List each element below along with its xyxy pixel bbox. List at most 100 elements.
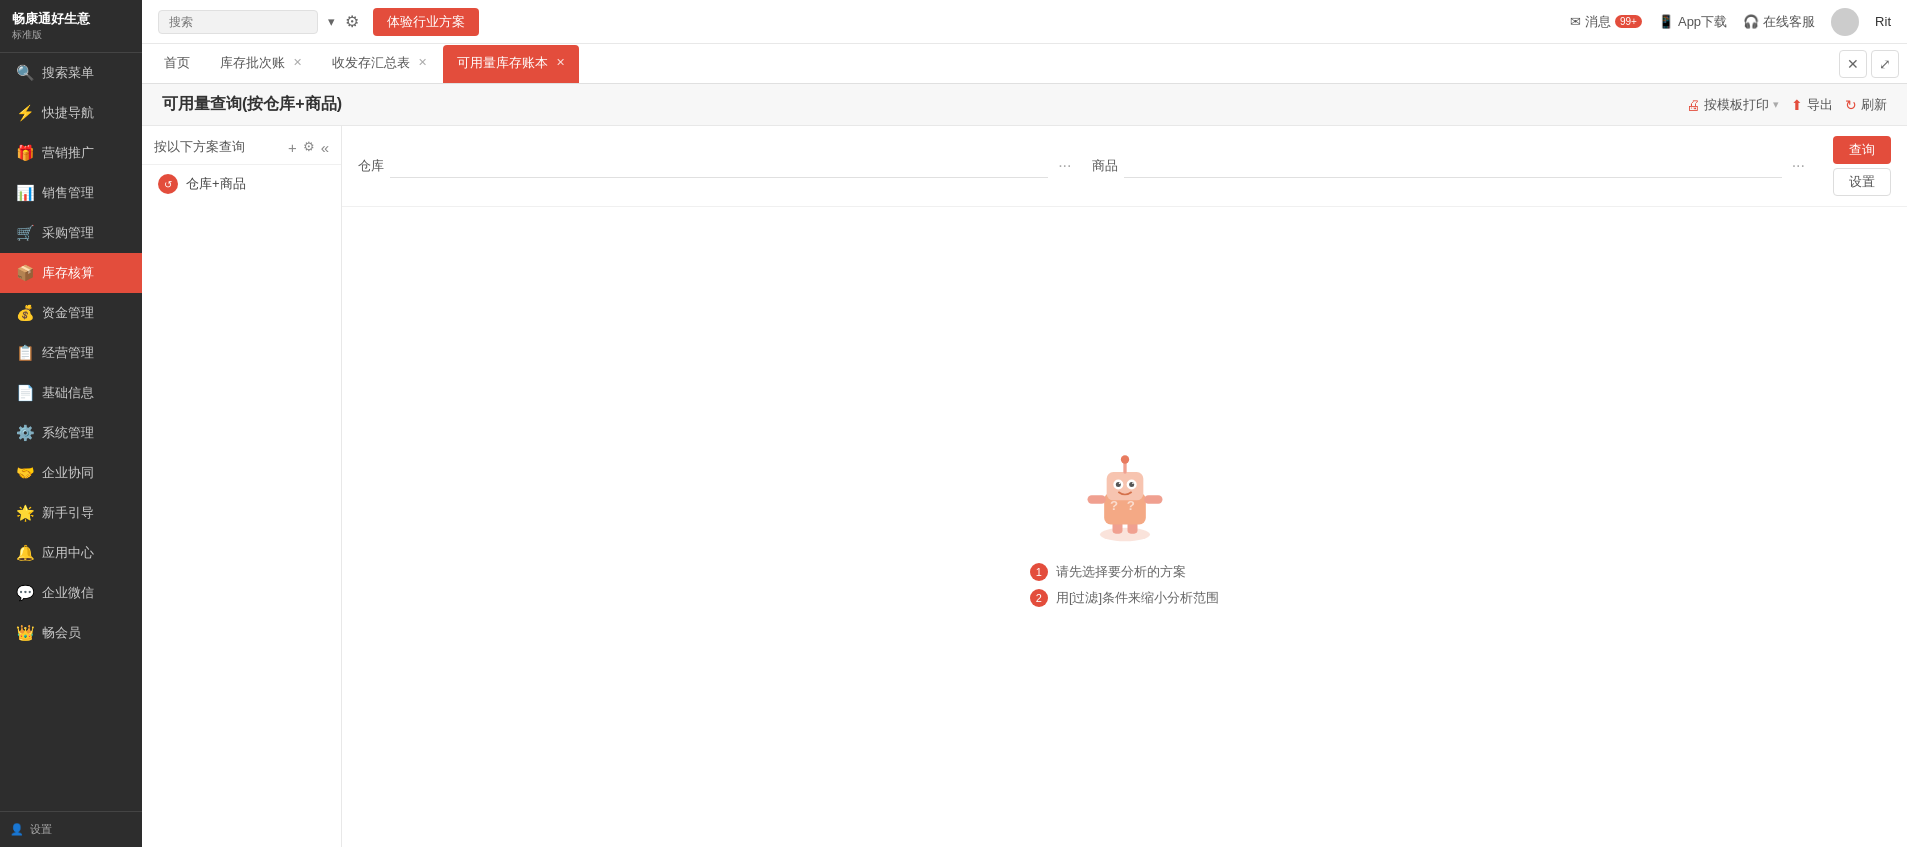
goods-more-btn[interactable]: ··· <box>1788 157 1809 175</box>
svg-point-14 <box>1120 455 1128 463</box>
warehouse-goods-icon: ↺ <box>158 174 178 194</box>
footer-icon: 👤 <box>10 823 24 836</box>
page-header: 可用量查询(按仓库+商品) 🖨 按模板打印 ▾ ⬆ 导出 ↻ 刷新 <box>142 84 1907 126</box>
export-icon: ⬆ <box>1791 97 1803 113</box>
tab-close-batch[interactable]: ✕ <box>293 56 302 69</box>
message-icon: ✉ <box>1570 14 1581 29</box>
sidebar-brand: 畅康通好生意 <box>12 10 130 28</box>
content-area: 按以下方案查询 + ⚙ « ↺ 仓库+商品 仓库 ··· <box>142 126 1907 847</box>
filter-panel-header: 按以下方案查询 + ⚙ « <box>142 138 341 165</box>
svg-point-0 <box>1100 528 1150 541</box>
user-name: Rit <box>1875 14 1891 29</box>
user-avatar[interactable] <box>1831 8 1859 36</box>
filter-item-warehouse-goods[interactable]: ↺ 仓库+商品 <box>142 165 341 203</box>
query-toolbar: 仓库 ··· 商品 ··· 查询 设置 <box>342 126 1907 207</box>
search-input[interactable] <box>158 10 318 34</box>
messages-btn[interactable]: ✉ 消息 99+ <box>1570 13 1642 31</box>
sidebar-item-sales[interactable]: 📊销售管理 <box>0 173 142 213</box>
sidebar-item-finance[interactable]: 💰 资金管理 <box>0 293 142 333</box>
tab-summary[interactable]: 收发存汇总表 ✕ <box>318 45 441 83</box>
sidebar-footer: 👤 设置 <box>0 811 142 847</box>
tab-label-batch: 库存批次账 <box>220 54 285 72</box>
sidebar-item-search[interactable]: 🔍搜索菜单 <box>0 53 142 93</box>
empty-illustration: ? ? <box>1075 447 1175 547</box>
tab-home[interactable]: 首页 <box>150 45 204 83</box>
dropdown-arrow-icon[interactable]: ▾ <box>328 14 335 29</box>
tab-close-summary[interactable]: ✕ <box>418 56 427 69</box>
online-service-btn[interactable]: 🎧 在线客服 <box>1743 13 1815 31</box>
sidebar-item-member[interactable]: 👑 畅会员 <box>0 613 142 653</box>
settings-scheme-btn[interactable]: ⚙ <box>303 139 315 156</box>
sidebar-item-wechat[interactable]: 💬企业微信 <box>0 573 142 613</box>
sidebar: 畅康通好生意 标准版 🔍搜索菜单⚡快捷导航🎁营销推广📊销售管理🛒采购管理📦库存核… <box>0 0 142 847</box>
empty-state: ? ? 1 请先选择要分析的方案 2 用[过滤]条件来缩小分析范围 <box>342 207 1907 847</box>
finance-icon: 💰 <box>16 304 34 322</box>
member-icon: 👑 <box>16 624 34 642</box>
sales-icon: 📊 <box>16 184 34 202</box>
footer-text: 设置 <box>30 822 52 837</box>
expand-tab-btn[interactable]: ⤢ <box>1871 50 1899 78</box>
svg-rect-5 <box>1144 495 1162 503</box>
print-btn[interactable]: 🖨 按模板打印 ▾ <box>1686 96 1779 114</box>
topbar-right: ✉ 消息 99+ 📱 App下载 🎧 在线客服 Rit <box>1570 8 1891 36</box>
tab-label-available: 可用量库存账本 <box>457 54 548 72</box>
close-tab-btn[interactable]: ✕ <box>1839 50 1867 78</box>
topbar: ▾ ⚙ 体验行业方案 ✉ 消息 99+ 📱 App下载 🎧 在线客服 Rit <box>142 0 1907 44</box>
tip-text-2: 用[过滤]条件来缩小分析范围 <box>1056 589 1219 607</box>
svg-rect-6 <box>1106 472 1143 500</box>
app-download-btn[interactable]: 📱 App下载 <box>1658 13 1727 31</box>
print-dropdown-icon[interactable]: ▾ <box>1773 98 1779 111</box>
svg-text:?: ? <box>1110 498 1118 513</box>
shortcut-icon: ⚡ <box>16 104 34 122</box>
trial-btn[interactable]: 体验行业方案 <box>373 8 479 36</box>
filter-panel-title: 按以下方案查询 <box>154 138 245 156</box>
query-button[interactable]: 查询 <box>1833 136 1891 164</box>
warehouse-more-btn[interactable]: ··· <box>1054 157 1075 175</box>
sidebar-item-inventory[interactable]: 📦库存核算 <box>0 253 142 293</box>
inventory-icon: 📦 <box>16 264 34 282</box>
sidebar-item-purchase[interactable]: 🛒采购管理 <box>0 213 142 253</box>
goods-input[interactable] <box>1124 154 1782 178</box>
sidebar-scroll: 🔍搜索菜单 ⚡ 快捷导航 🎁营销推广📊销售管理🛒采购管理📦库存核算 💰 资金管理 📋经营管理… <box>0 53 142 811</box>
add-scheme-btn[interactable]: + <box>288 139 297 156</box>
empty-tips: 1 请先选择要分析的方案 2 用[过滤]条件来缩小分析范围 <box>1030 563 1219 607</box>
headset-icon: 🎧 <box>1743 14 1759 29</box>
goods-label: 商品 <box>1092 157 1118 175</box>
query-actions: 查询 设置 <box>1833 136 1891 196</box>
print-icon: 🖨 <box>1686 97 1700 113</box>
sidebar-item-enterprise[interactable]: 🤝企业协同 <box>0 453 142 493</box>
tab-batch[interactable]: 库存批次账 ✕ <box>206 45 316 83</box>
tip-num-1: 1 <box>1030 563 1048 581</box>
gear-icon[interactable]: ⚙ <box>345 12 359 31</box>
sidebar-item-marketing[interactable]: 🎁营销推广 <box>0 133 142 173</box>
sidebar-item-appstore[interactable]: 🔔应用中心 <box>0 533 142 573</box>
search-icon: 🔍 <box>16 64 34 82</box>
sidebar-item-label: 企业协同 <box>42 464 94 482</box>
robot-svg: ? ? <box>1075 447 1175 547</box>
tab-available[interactable]: 可用量库存账本 ✕ <box>443 45 579 83</box>
page-header-actions: 🖨 按模板打印 ▾ ⬆ 导出 ↻ 刷新 <box>1686 96 1887 114</box>
sidebar-item-system[interactable]: ⚙️系统管理 <box>0 413 142 453</box>
sidebar-item-label: 畅会员 <box>42 624 81 642</box>
collapse-panel-btn[interactable]: « <box>321 139 329 156</box>
sidebar-item-shortcut[interactable]: ⚡ 快捷导航 <box>0 93 142 133</box>
sidebar-item-label: 资金管理 <box>42 304 94 322</box>
messages-badge: 99+ <box>1615 15 1642 28</box>
tab-close-available[interactable]: ✕ <box>556 56 565 69</box>
tab-label-summary: 收发存汇总表 <box>332 54 410 72</box>
wechat-icon: 💬 <box>16 584 34 602</box>
purchase-icon: 🛒 <box>16 224 34 242</box>
query-area: 仓库 ··· 商品 ··· 查询 设置 <box>342 126 1907 847</box>
sidebar-item-basic[interactable]: 📄基础信息 <box>0 373 142 413</box>
svg-rect-13 <box>1123 462 1126 474</box>
setting-button[interactable]: 设置 <box>1833 168 1891 196</box>
export-btn[interactable]: ⬆ 导出 <box>1791 96 1833 114</box>
warehouse-input[interactable] <box>390 154 1048 178</box>
sidebar-item-operation[interactable]: 📋经营管理 <box>0 333 142 373</box>
warehouse-label: 仓库 <box>358 157 384 175</box>
sidebar-item-label: 快捷导航 <box>42 104 94 122</box>
tabs-bar: 首页库存批次账 ✕ 收发存汇总表 ✕ 可用量库存账本 ✕ ✕ ⤢ <box>142 44 1907 84</box>
sidebar-item-guide[interactable]: 🌟新手引导 <box>0 493 142 533</box>
refresh-btn[interactable]: ↻ 刷新 <box>1845 96 1887 114</box>
sidebar-item-label: 系统管理 <box>42 424 94 442</box>
